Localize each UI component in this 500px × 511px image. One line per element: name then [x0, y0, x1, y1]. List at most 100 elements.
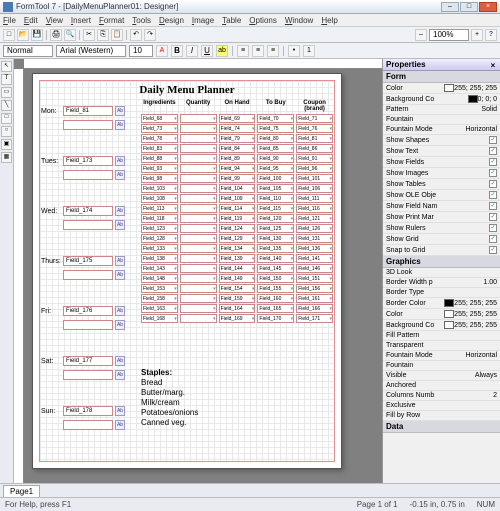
bold-icon[interactable]: B	[171, 45, 183, 57]
section-form[interactable]: Form	[383, 71, 500, 83]
day-field[interactable]: Field_173	[63, 156, 113, 166]
table-cell[interactable]: Field_170	[257, 314, 294, 323]
table-cell[interactable]: Field_94	[219, 164, 256, 173]
table-cell[interactable]: Field_118	[141, 214, 178, 223]
new-icon[interactable]: □	[3, 29, 15, 41]
zoom-out-icon[interactable]: –	[415, 29, 427, 41]
table-cell[interactable]: Field_100	[257, 174, 294, 183]
menu-view[interactable]: View	[46, 16, 63, 25]
maximize-button[interactable]: □	[460, 2, 478, 12]
property-row[interactable]: Show Print Mar✓	[383, 212, 500, 223]
page[interactable]: Daily Menu Planner Mon:Field_81AbAbTues:…	[32, 73, 342, 469]
bullets-icon[interactable]: •	[288, 45, 300, 57]
table-cell[interactable]	[180, 154, 217, 163]
day-field[interactable]: Field_175	[63, 256, 113, 266]
table-cell[interactable]: Field_74	[219, 124, 256, 133]
field-edit-icon[interactable]: Ab	[115, 256, 125, 266]
underline-icon[interactable]: U	[201, 45, 213, 57]
open-icon[interactable]: 📂	[17, 29, 29, 41]
table-cell[interactable]: Field_79	[219, 134, 256, 143]
table-cell[interactable]	[180, 164, 217, 173]
table-cell[interactable]	[180, 144, 217, 153]
table-cell[interactable]: Field_80	[257, 134, 294, 143]
table-cell[interactable]: Field_136	[296, 244, 333, 253]
table-cell[interactable]: Field_154	[219, 284, 256, 293]
day-field[interactable]	[63, 420, 113, 430]
table-cell[interactable]: Field_84	[219, 144, 256, 153]
menu-tools[interactable]: Tools	[132, 16, 151, 25]
table-cell[interactable]: Field_95	[257, 164, 294, 173]
menu-edit[interactable]: Edit	[24, 16, 38, 25]
align-right-icon[interactable]: ≡	[267, 45, 279, 57]
field-edit-icon[interactable]: Ab	[115, 156, 125, 166]
zoom-combo[interactable]: 100%	[429, 29, 469, 41]
table-cell[interactable]: Field_83	[141, 144, 178, 153]
table-cell[interactable]: Field_151	[296, 274, 333, 283]
table-cell[interactable]: Field_129	[219, 234, 256, 243]
table-cell[interactable]: Field_89	[219, 154, 256, 163]
menu-window[interactable]: Window	[285, 16, 313, 25]
section-data[interactable]: Data	[383, 421, 500, 433]
print-icon[interactable]: 🖨	[50, 29, 62, 41]
table-cell[interactable]	[180, 214, 217, 223]
property-row[interactable]: Show Text✓	[383, 146, 500, 157]
menu-format[interactable]: Format	[99, 16, 124, 25]
property-row[interactable]: PatternSolid	[383, 105, 500, 115]
table-cell[interactable]: Field_138	[141, 254, 178, 263]
menu-file[interactable]: File	[3, 16, 16, 25]
day-field[interactable]	[63, 270, 113, 280]
property-row[interactable]: Background Co255; 255; 255	[383, 320, 500, 331]
day-field[interactable]: Field_176	[63, 306, 113, 316]
paste-icon[interactable]: 📋	[111, 29, 123, 41]
close-button[interactable]: ×	[479, 2, 497, 12]
table-cell[interactable]: Field_143	[141, 264, 178, 273]
table-cell[interactable]: Field_101	[296, 174, 333, 183]
field-edit-icon[interactable]: Ab	[115, 306, 125, 316]
property-row[interactable]: Show Fields✓	[383, 157, 500, 168]
table-cell[interactable]: Field_121	[296, 214, 333, 223]
table-cell[interactable]	[180, 264, 217, 273]
highlight-icon[interactable]: ab	[216, 45, 228, 57]
property-row[interactable]: Fountain ModeHorizontal	[383, 351, 500, 361]
field-edit-icon[interactable]: Ab	[115, 406, 125, 416]
field-edit-icon[interactable]: Ab	[115, 270, 125, 280]
property-row[interactable]: Show Field Nam✓	[383, 201, 500, 212]
property-row[interactable]: Fountain	[383, 361, 500, 371]
table-cell[interactable]: Field_146	[296, 264, 333, 273]
table-cell[interactable]	[180, 294, 217, 303]
day-field[interactable]	[63, 320, 113, 330]
table-cell[interactable]: Field_149	[219, 274, 256, 283]
table-cell[interactable]: Field_150	[257, 274, 294, 283]
field-edit-icon[interactable]: Ab	[115, 170, 125, 180]
property-row[interactable]: VisibleAlways	[383, 371, 500, 381]
property-row[interactable]: Snap to Grid✓	[383, 245, 500, 256]
properties-header[interactable]: Properties ×	[383, 59, 500, 71]
property-row[interactable]: Anchored	[383, 381, 500, 391]
table-cell[interactable]	[180, 314, 217, 323]
table-cell[interactable]: Field_164	[219, 304, 256, 313]
property-row[interactable]: Fill by Row	[383, 411, 500, 421]
table-cell[interactable]: Field_91	[296, 154, 333, 163]
line-tool-icon[interactable]: ╲	[1, 100, 12, 111]
field-edit-icon[interactable]: Ab	[115, 220, 125, 230]
table-cell[interactable]: Field_105	[257, 184, 294, 193]
field-edit-icon[interactable]: Ab	[115, 120, 125, 130]
table-cell[interactable]: Field_99	[219, 174, 256, 183]
menu-design[interactable]: Design	[159, 16, 184, 25]
table-cell[interactable]	[180, 114, 217, 123]
table-cell[interactable]: Field_88	[141, 154, 178, 163]
numbering-icon[interactable]: 1	[303, 45, 315, 57]
property-row[interactable]: Show Tables✓	[383, 179, 500, 190]
zoom-in-icon[interactable]: +	[471, 29, 483, 41]
day-field[interactable]: Field_178	[63, 406, 113, 416]
menu-table[interactable]: Table	[222, 16, 241, 25]
table-cell[interactable]: Field_126	[296, 224, 333, 233]
table-cell[interactable]: Field_171	[296, 314, 333, 323]
table-cell[interactable]: Field_75	[257, 124, 294, 133]
property-row[interactable]: Fill Pattern	[383, 331, 500, 341]
align-left-icon[interactable]: ≡	[237, 45, 249, 57]
day-field[interactable]: Field_174	[63, 206, 113, 216]
day-field[interactable]: Field_177	[63, 356, 113, 366]
table-cell[interactable]: Field_168	[141, 314, 178, 323]
table-cell[interactable]	[180, 304, 217, 313]
